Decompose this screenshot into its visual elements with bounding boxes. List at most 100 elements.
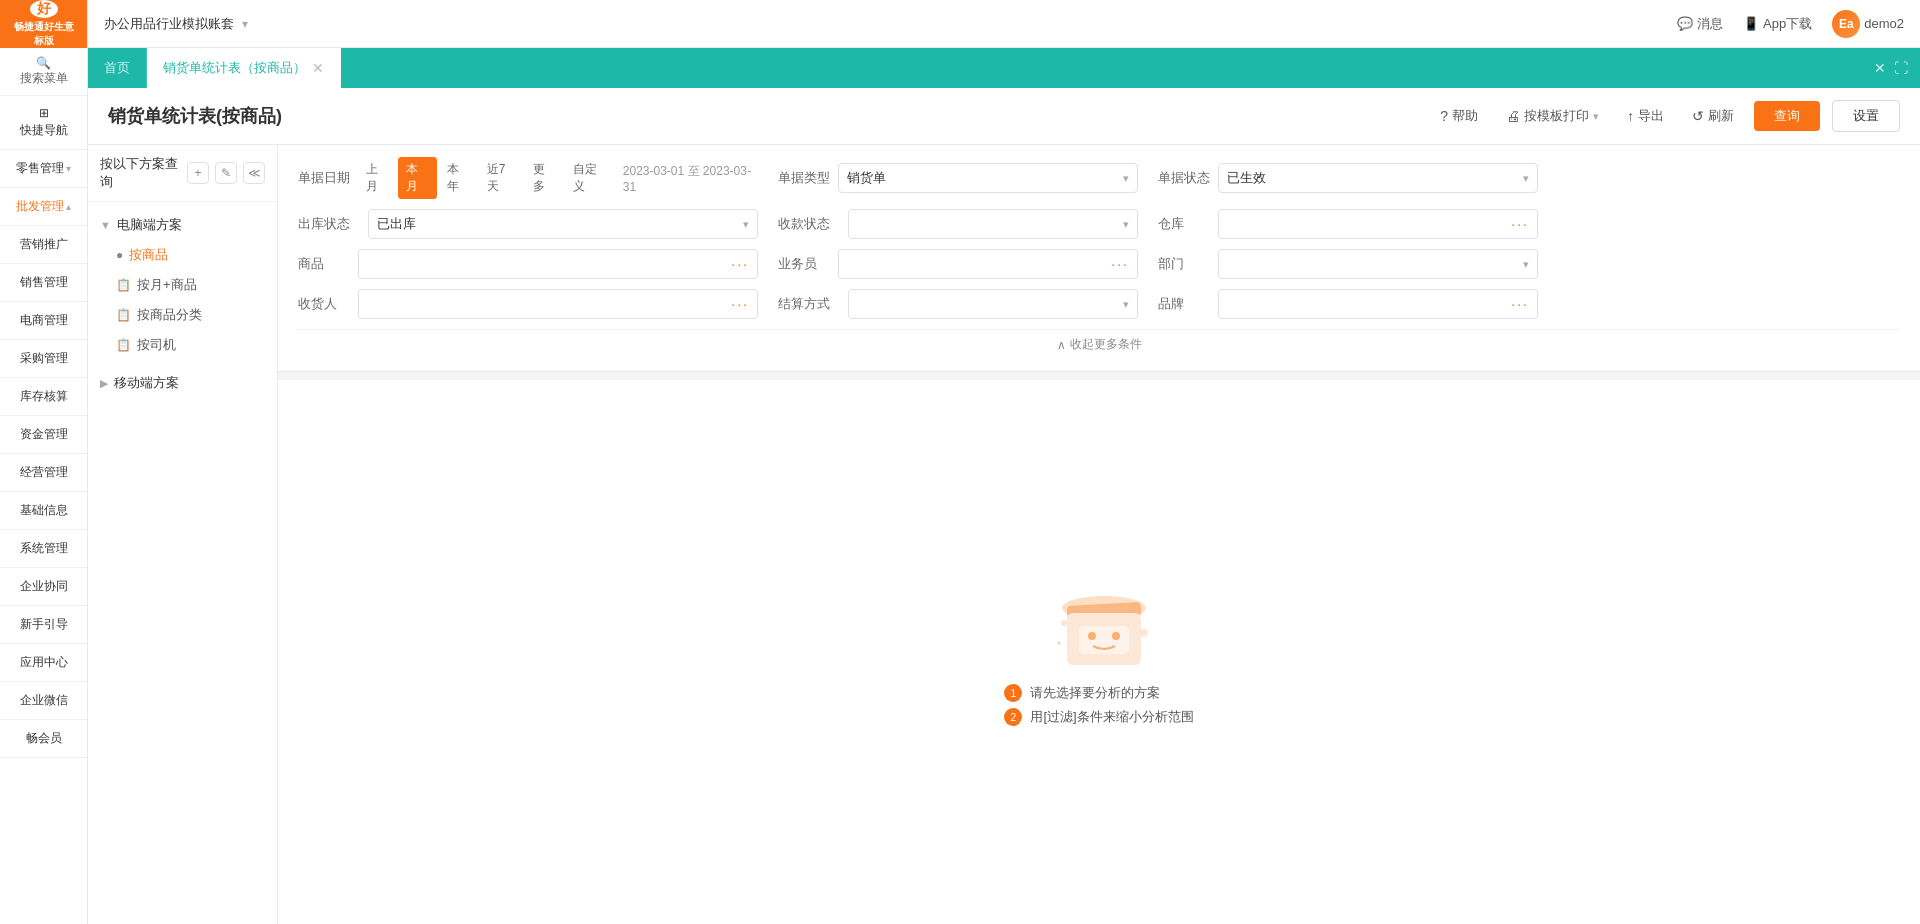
export-button[interactable]: ↑ 导出	[1619, 103, 1672, 129]
warehouse-control[interactable]: ···	[1218, 209, 1538, 239]
product-control[interactable]: ···	[358, 249, 758, 279]
refresh-label: 刷新	[1708, 107, 1734, 125]
minimize-icon[interactable]: ✕	[1874, 60, 1886, 76]
sidebar-item-enterprise-collab[interactable]: 企业协同	[0, 568, 87, 606]
svg-point-5	[1112, 632, 1120, 640]
doc-status-control[interactable]: 已生效 ▾	[1218, 163, 1538, 193]
help-icon: ?	[1440, 108, 1448, 124]
collapse-bar[interactable]: ∧ 收起更多条件	[298, 329, 1900, 359]
sidebar-item-purchase[interactable]: 采购管理	[0, 340, 87, 378]
recipient-field: 收货人 ···	[298, 289, 758, 319]
sidebar-item-finance[interactable]: 资金管理	[0, 416, 87, 454]
by-category-icon: 📋	[116, 308, 131, 322]
message-label: 消息	[1697, 15, 1723, 33]
maximize-icon[interactable]: ⛶	[1894, 60, 1908, 76]
sidebar-search[interactable]: 🔍 搜索菜单	[0, 48, 87, 96]
filter-form: 单据日期 上月 本月 本年	[278, 145, 1920, 372]
doc-status-label: 单据状态	[1158, 169, 1218, 187]
sidebar-item-enterprise-wechat[interactable]: 企业微信	[0, 682, 87, 720]
tree-item-by-product[interactable]: ● 按商品	[88, 240, 277, 270]
refresh-icon: ↺	[1692, 108, 1704, 124]
settings-button[interactable]: 设置	[1832, 100, 1900, 132]
edit-scheme-button[interactable]: ✎	[215, 162, 237, 184]
payment-status-arrow: ▾	[1123, 218, 1129, 231]
logo-icon: 好	[30, 0, 58, 18]
sidebar-item-basic[interactable]: 基础信息	[0, 492, 87, 530]
tree-group-pc-header[interactable]: ▼ 电脑端方案	[88, 210, 277, 240]
sidebar-item-wholesale[interactable]: 批发管理 ▴	[0, 188, 87, 226]
salesperson-control[interactable]: ···	[838, 249, 1138, 279]
sidebar-item-app-center[interactable]: 应用中心	[0, 644, 87, 682]
sidebar-item-member[interactable]: 畅会员	[0, 720, 87, 758]
by-cashier-icon: 📋	[116, 338, 131, 352]
department-control[interactable]: ▾	[1218, 249, 1538, 279]
sidebar-item-sales[interactable]: 销售管理	[0, 264, 87, 302]
sidebar-item-operation[interactable]: 经营管理	[0, 454, 87, 492]
sidebar-item-quick-nav[interactable]: ⊞ 快捷导航	[0, 96, 87, 150]
doc-type-control[interactable]: 销货单 ▾	[838, 163, 1138, 193]
sidebar-item-marketing[interactable]: 营销推广	[0, 226, 87, 264]
query-button[interactable]: 查询	[1754, 101, 1820, 131]
help-button[interactable]: ? 帮助	[1432, 103, 1486, 129]
tree-group-mobile-header[interactable]: ▶ 移动端方案	[88, 368, 277, 398]
warehouse-status-arrow: ▾	[743, 218, 749, 231]
payment-status-control[interactable]: ▾	[848, 209, 1138, 239]
empty-svg	[1049, 578, 1159, 673]
tab-home[interactable]: 首页	[88, 48, 147, 88]
tree-item-by-category[interactable]: 📋 按商品分类	[88, 300, 277, 330]
filter-panel-header: 按以下方案查询 + ✎ ≪	[88, 145, 277, 202]
print-button[interactable]: 🖨 按模板打印 ▾	[1498, 103, 1607, 129]
settlement-control[interactable]: ▾	[848, 289, 1138, 319]
tree-item-by-cashier[interactable]: 📋 按司机	[88, 330, 277, 360]
sidebar-item-system[interactable]: 系统管理	[0, 530, 87, 568]
sidebar-item-retail[interactable]: 零售管理 ▾	[0, 150, 87, 188]
filter-row-4: 收货人 ··· 结算方式 ▾	[298, 289, 1900, 319]
tab-home-label: 首页	[104, 59, 130, 77]
query-area: 单据日期 上月 本月 本年	[278, 145, 1920, 924]
settlement-field: 结算方式 ▾	[778, 289, 1138, 319]
date-pill-this-year[interactable]: 本年	[439, 157, 477, 199]
warehouse-field: 仓库 ···	[1158, 209, 1538, 239]
tree-group-pc: ▼ 电脑端方案 ● 按商品 📋 按月+商品 📋	[88, 206, 277, 364]
system-label: 系统管理	[20, 540, 68, 557]
recipient-control[interactable]: ···	[358, 289, 758, 319]
date-pill-more[interactable]: 更多	[525, 157, 563, 199]
brand-control[interactable]: ···	[1218, 289, 1538, 319]
sidebar-item-inventory[interactable]: 库存核算	[0, 378, 87, 416]
date-pill-this-month[interactable]: 本月	[398, 157, 436, 199]
page-title: 销货单统计表(按商品)	[108, 104, 282, 128]
pc-group-toggle: ▼	[100, 219, 111, 231]
date-pill-last-month[interactable]: 上月	[358, 157, 396, 199]
filter-row-1: 单据日期 上月 本月 本年	[298, 157, 1900, 199]
app-download-button[interactable]: 📱 App下载	[1743, 15, 1812, 33]
message-button[interactable]: 💬 消息	[1677, 15, 1723, 33]
topbar: 办公用品行业模拟账套 ▾ 💬 消息 📱 App下载 Ea demo2	[88, 0, 1920, 48]
topbar-dropdown-arrow[interactable]: ▾	[242, 17, 248, 31]
inventory-label: 库存核算	[20, 388, 68, 405]
ecommerce-label: 电商管理	[20, 312, 68, 329]
tab-sales-stat[interactable]: 销货单统计表（按商品） ✕	[147, 48, 341, 88]
filter-panel-icons: + ✎ ≪	[187, 162, 265, 184]
recipient-dots: ···	[731, 296, 749, 312]
add-scheme-button[interactable]: +	[187, 162, 209, 184]
mobile-group-label: 移动端方案	[114, 374, 179, 392]
payment-status-field: 收款状态 ▾	[778, 209, 1138, 239]
warehouse-status-control[interactable]: 已出库 ▾	[368, 209, 758, 239]
retail-arrow: ▾	[66, 163, 71, 174]
date-pill-7days[interactable]: 近7天	[479, 157, 523, 199]
collapse-panel-button[interactable]: ≪	[243, 162, 265, 184]
logo-area[interactable]: 好 畅捷通好生意 标版	[0, 0, 87, 48]
tree-item-by-month-product[interactable]: 📋 按月+商品	[88, 270, 277, 300]
print-arrow: ▾	[1593, 110, 1599, 123]
refresh-button[interactable]: ↺ 刷新	[1684, 103, 1742, 129]
sidebar-item-ecommerce[interactable]: 电商管理	[0, 302, 87, 340]
tab-close-icon[interactable]: ✕	[312, 61, 324, 75]
department-arrow: ▾	[1523, 258, 1529, 271]
sidebar-item-newbie[interactable]: 新手引导	[0, 606, 87, 644]
basic-label: 基础信息	[20, 502, 68, 519]
user-menu[interactable]: Ea demo2	[1832, 10, 1904, 38]
date-pills: 上月 本月 本年 近7天	[358, 157, 615, 199]
page-header: 销货单统计表(按商品) ? 帮助 🖨 按模板打印 ▾ ↑ 导出 ↺ 刷新	[88, 88, 1920, 145]
date-pill-custom[interactable]: 自定义	[565, 157, 614, 199]
app-center-label: 应用中心	[20, 654, 68, 671]
